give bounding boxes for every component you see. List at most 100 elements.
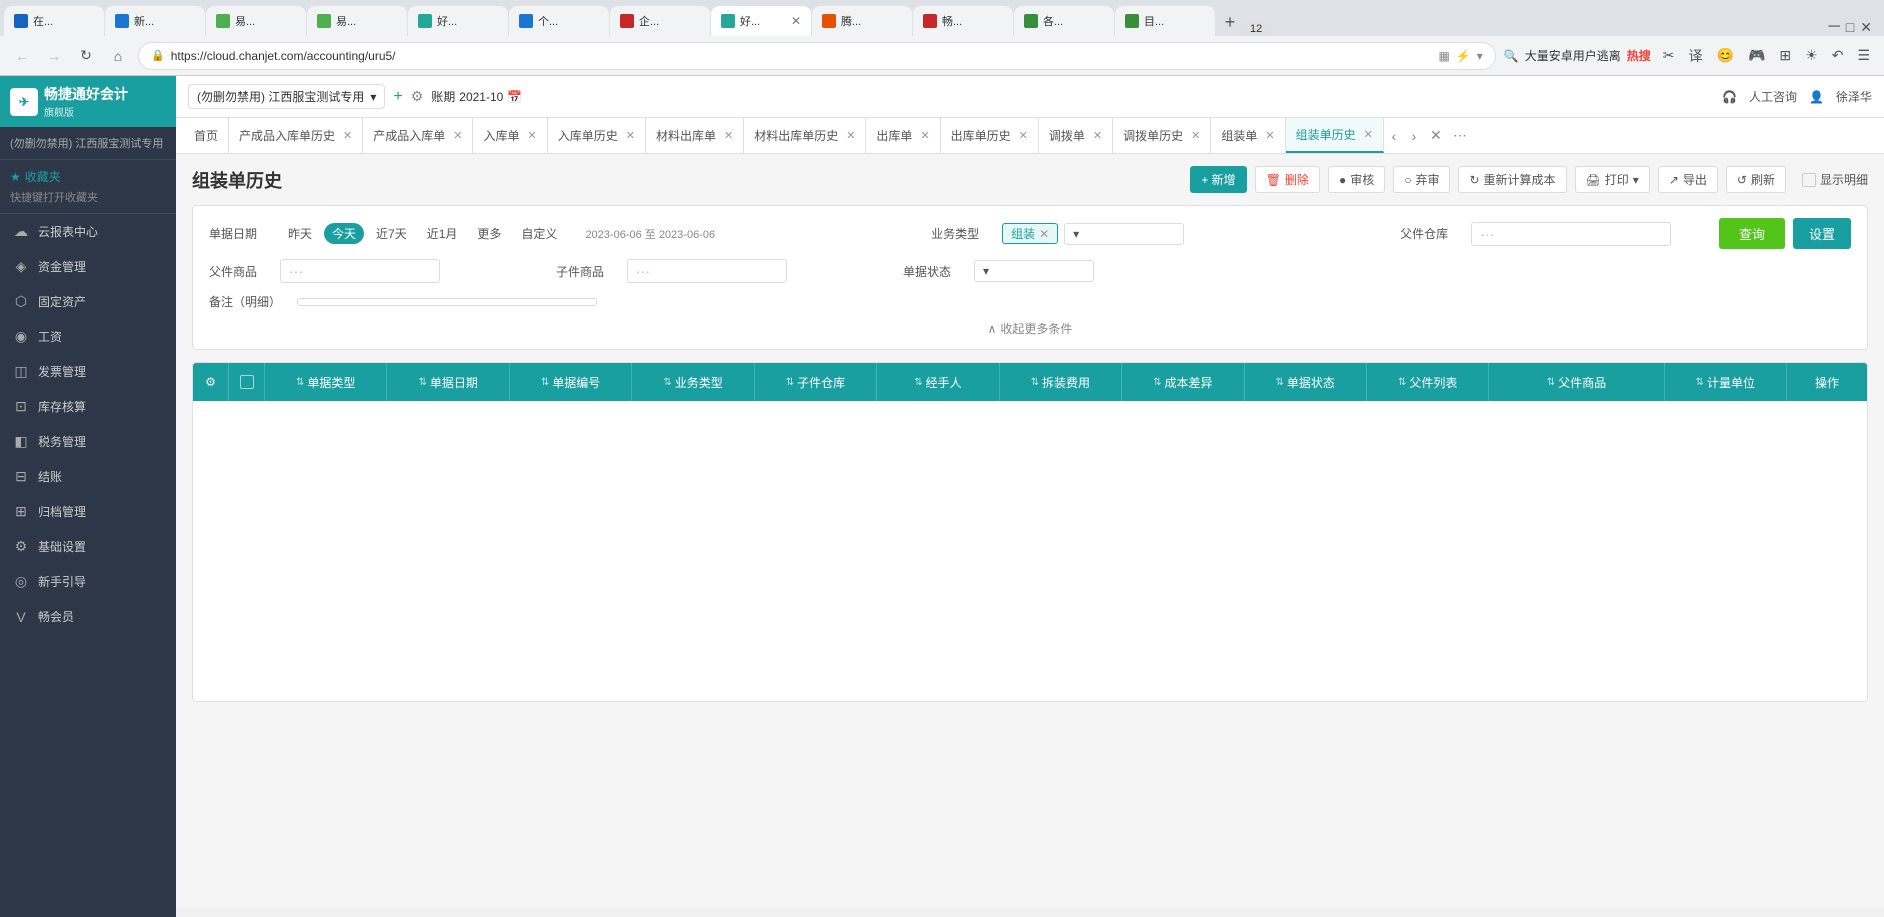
browser-tab-3[interactable]: 易... (206, 6, 306, 36)
th-biz[interactable]: ⇅ 业务类型 (632, 363, 754, 401)
th-diff[interactable]: ⇅ 成本差异 (1122, 363, 1244, 401)
support-label[interactable]: 人工咨询 (1749, 88, 1797, 105)
th-unit[interactable]: ⇅ 计量单位 (1665, 363, 1787, 401)
export-button[interactable]: ↗ 导出 (1658, 166, 1718, 193)
tab-close-8[interactable]: ✕ (791, 14, 801, 28)
th-date[interactable]: ⇅ 单据日期 (387, 363, 509, 401)
page-tab-prod-in-hist[interactable]: 产成品入库单历史 ✕ (229, 118, 363, 153)
emoji-btn[interactable]: 😊 (1713, 45, 1738, 66)
favorites-hint[interactable]: 快捷键打开收藏夹 (10, 189, 166, 205)
new-tab-button[interactable]: + (1216, 8, 1244, 36)
th-parent-goods[interactable]: ⇅ 父件商品 (1489, 363, 1664, 401)
sub-goods-input[interactable]: ··· (627, 259, 787, 283)
close-prod-in-hist[interactable]: ✕ (343, 129, 352, 142)
page-tab-in-hist[interactable]: 入库单历史 ✕ (548, 118, 646, 153)
browser-tab-12[interactable]: 目... (1115, 6, 1215, 36)
sidebar-item-cloud-report[interactable]: ☁ 云报表中心 (0, 214, 176, 249)
sidebar-item-settings[interactable]: ⚙ 基础设置 (0, 529, 176, 564)
close-prod-in[interactable]: ✕ (453, 129, 462, 142)
page-tab-kit-hist[interactable]: 组装单历史 ✕ (1286, 118, 1384, 153)
account-selector-sidebar[interactable]: (勿删勿禁用) 江西服宝测试专用 (0, 127, 176, 160)
page-tab-out-order[interactable]: 出库单 ✕ (866, 118, 940, 153)
bill-status-select[interactable]: ▾ (974, 260, 1094, 282)
th-status[interactable]: ⇅ 单据状态 (1245, 363, 1367, 401)
biz-type-remove-icon[interactable]: ✕ (1039, 227, 1049, 241)
filter-settings-button[interactable]: 设置 (1793, 218, 1851, 249)
query-button[interactable]: 查询 (1719, 218, 1785, 249)
sidebar-item-fund[interactable]: ◈ 资金管理 (0, 249, 176, 284)
abandon-button[interactable]: ○ 弃审 (1393, 166, 1450, 193)
qr-icon[interactable]: ▦ (1438, 49, 1449, 63)
tab-nav-more[interactable]: ⋯ (1448, 127, 1472, 144)
sidebar-item-payroll[interactable]: ◉ 工资 (0, 319, 176, 354)
game-btn[interactable]: 🎮 (1744, 45, 1769, 66)
parent-goods-input[interactable]: ··· (280, 259, 440, 283)
browser-tab-1[interactable]: 在... (4, 6, 104, 36)
page-tab-assembly-hist[interactable]: 调拨单历史 ✕ (1113, 118, 1211, 153)
th-handler[interactable]: ⇅ 经手人 (877, 363, 999, 401)
sidebar-item-archive[interactable]: ⊞ 归档管理 (0, 494, 176, 529)
grid-btn[interactable]: ⊞ (1775, 45, 1795, 66)
th-parent-list[interactable]: ⇅ 父件列表 (1367, 363, 1489, 401)
page-tab-mat-out-hist[interactable]: 材料出库单历史 ✕ (744, 118, 866, 153)
display-detail-checkbox[interactable] (1802, 173, 1816, 187)
close-out-hist[interactable]: ✕ (1019, 129, 1028, 142)
home-button[interactable]: ⌂ (106, 44, 130, 68)
url-bar[interactable]: 🔒 https://cloud.chanjet.com/accounting/u… (138, 42, 1496, 70)
dropdown-url-btn[interactable]: ▾ (1477, 49, 1483, 63)
th-warehouse[interactable]: ⇅ 子件仓库 (755, 363, 877, 401)
menu-btn[interactable]: ☰ (1853, 45, 1874, 66)
gear-settings-icon[interactable]: ⚙ (411, 88, 424, 105)
date-btn-more[interactable]: 更多 (469, 223, 509, 244)
sidebar-item-guide[interactable]: ◎ 新手引导 (0, 564, 176, 599)
browser-tab-10[interactable]: 畅... (913, 6, 1013, 36)
sidebar-item-invoice[interactable]: ◫ 发票管理 (0, 354, 176, 389)
display-detail-toggle[interactable]: 显示明细 (1802, 171, 1868, 188)
sidebar-item-tax[interactable]: ◧ 税务管理 (0, 424, 176, 459)
date-btn-custom[interactable]: 自定义 (513, 223, 565, 244)
close-in-order[interactable]: ✕ (528, 129, 537, 142)
refresh-button[interactable]: ↺ 刷新 (1726, 166, 1786, 193)
sidebar-item-checkout[interactable]: ⊟ 结账 (0, 459, 176, 494)
th-type[interactable]: ⇅ 单据类型 (265, 363, 387, 401)
translate-btn[interactable]: 译 (1685, 44, 1707, 68)
page-tab-assembly[interactable]: 调拨单 ✕ (1039, 118, 1113, 153)
forward-button[interactable]: → (42, 44, 66, 68)
page-tab-mat-out[interactable]: 材料出库单 ✕ (646, 118, 744, 153)
lightning-icon[interactable]: ⚡ (1456, 49, 1471, 63)
note-input[interactable] (297, 298, 597, 306)
recalc-button[interactable]: ↻ 重新计算成本 (1458, 166, 1566, 193)
close-kit-order[interactable]: ✕ (1265, 129, 1274, 142)
print-button[interactable]: 🖨 打印 ▾ (1575, 166, 1650, 193)
audit-button[interactable]: ● 审核 (1328, 166, 1385, 193)
select-all-checkbox[interactable] (240, 375, 254, 389)
hot-tag[interactable]: 热搜 (1627, 47, 1651, 64)
sidebar-item-fixed-assets[interactable]: ⬡ 固定资产 (0, 284, 176, 319)
th-num[interactable]: ⇅ 单据编号 (510, 363, 632, 401)
close-mat-out-hist[interactable]: ✕ (846, 129, 855, 142)
page-tab-out-hist[interactable]: 出库单历史 ✕ (941, 118, 1039, 153)
add-account-button[interactable]: + (393, 88, 402, 106)
maximize-btn[interactable]: □ (1846, 19, 1854, 35)
close-out-order[interactable]: ✕ (920, 129, 929, 142)
period-selector[interactable]: 账期 2021-10 📅 (431, 88, 522, 105)
tab-nav-close-all[interactable]: ✕ (1424, 127, 1448, 144)
tab-nav-right-arrow[interactable]: › (1404, 128, 1424, 144)
browser-tab-7[interactable]: 企... (610, 6, 710, 36)
browser-tab-5[interactable]: 好... (408, 6, 508, 36)
browser-tab-2[interactable]: 新... (105, 6, 205, 36)
delete-button[interactable]: 🗑 删除 (1255, 166, 1320, 193)
add-button[interactable]: + 新增 (1190, 166, 1246, 193)
scissors-btn[interactable]: ✂ (1659, 45, 1679, 66)
horizontal-scrollbar[interactable] (176, 907, 1884, 917)
date-btn-yesterday[interactable]: 昨天 (280, 223, 320, 244)
parent-warehouse-input[interactable]: ··· (1471, 222, 1671, 246)
page-tab-kit-order[interactable]: 组装单 ✕ (1211, 118, 1285, 153)
minimize-btn[interactable]: ─ (1828, 18, 1839, 36)
sidebar-item-inventory[interactable]: ⊡ 库存核算 (0, 389, 176, 424)
collapse-button[interactable]: ∧ 收起更多条件 (988, 320, 1073, 337)
back-button[interactable]: ← (10, 44, 34, 68)
refresh-button[interactable]: ↻ (74, 44, 98, 68)
th-cost[interactable]: ⇅ 拆装费用 (1000, 363, 1122, 401)
close-assembly[interactable]: ✕ (1093, 129, 1102, 142)
